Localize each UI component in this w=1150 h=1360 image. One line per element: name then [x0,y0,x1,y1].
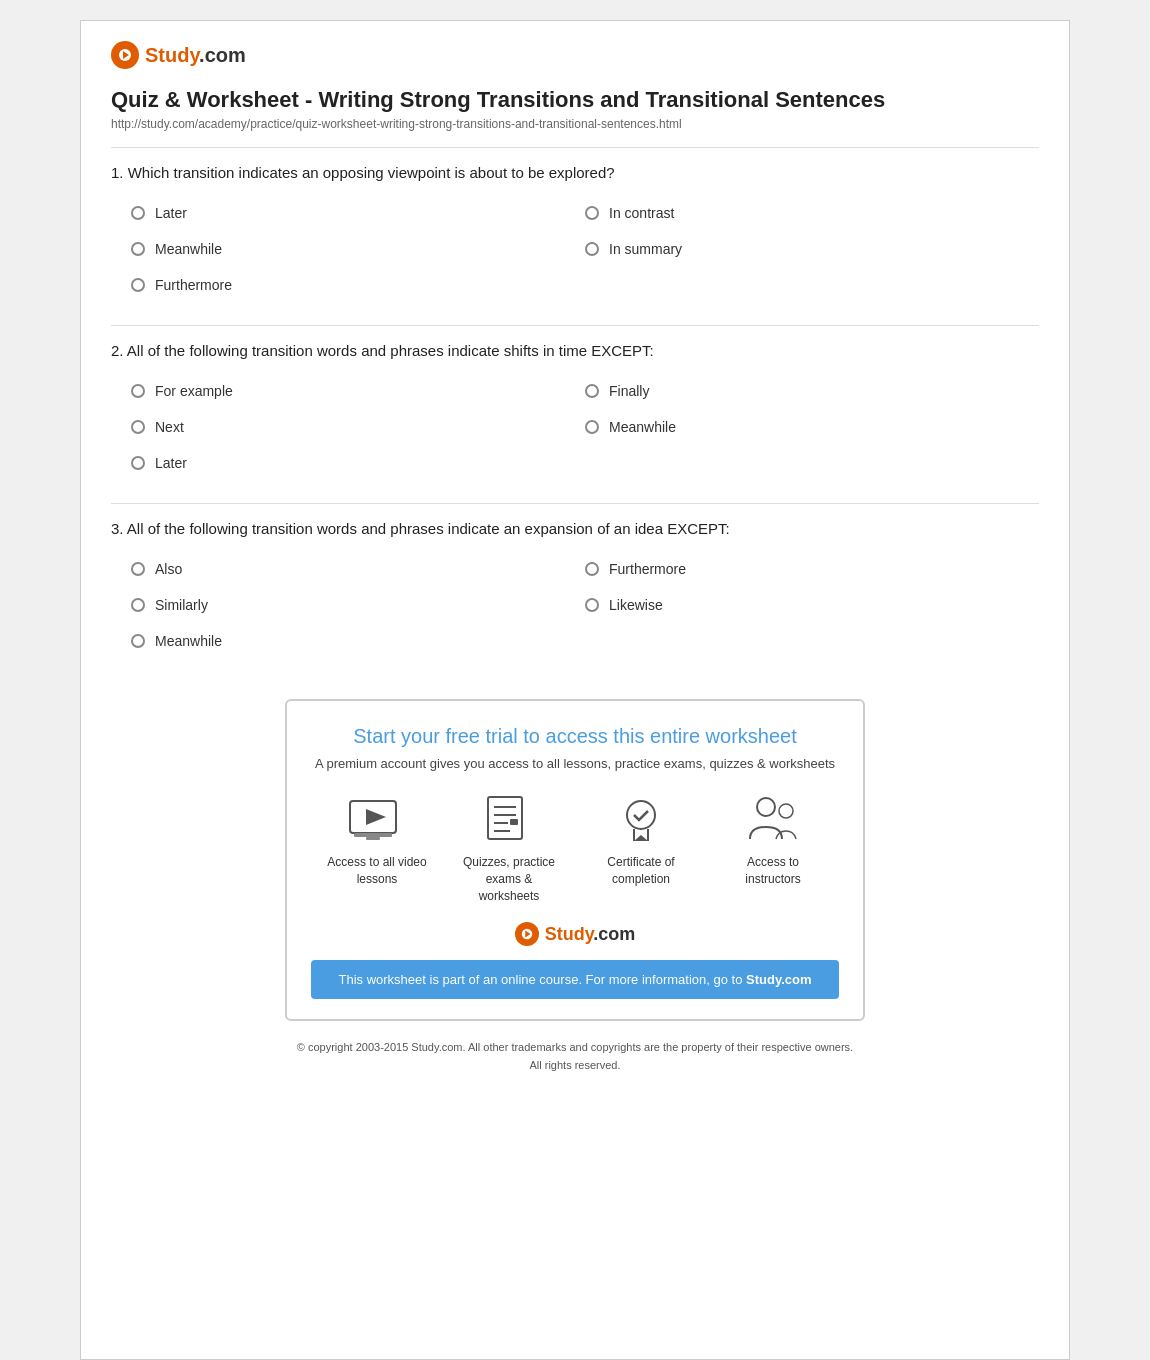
quiz-icon [479,791,539,846]
option-for-example[interactable]: For example [131,373,585,409]
radio-furthermore-2[interactable] [585,562,599,576]
svg-point-17 [779,804,793,818]
option-furthermore-1[interactable]: Furthermore [131,267,1039,303]
footer-rights: All rights reserved. [111,1057,1039,1075]
radio-also[interactable] [131,562,145,576]
option-later-1[interactable]: Later [131,195,585,231]
radio-later-1[interactable] [131,206,145,220]
feature-certificate-label: Certificate of completion [586,854,696,888]
question-2-options: For example Finally Next Meanwhile Later [131,373,1039,481]
promo-banner: This worksheet is part of an online cour… [311,960,839,999]
question-2-text: 2. All of the following transition words… [111,342,1039,359]
footer: © copyright 2003-2015 Study.com. All oth… [111,1039,1039,1074]
radio-in-summary[interactable] [585,242,599,256]
promo-subtitle: A premium account gives you access to al… [311,756,839,771]
option-meanwhile-3[interactable]: Meanwhile [131,623,1039,659]
title-divider [111,147,1039,148]
option-in-contrast[interactable]: In contrast [585,195,1039,231]
radio-meanwhile-1[interactable] [131,242,145,256]
option-finally[interactable]: Finally [585,373,1039,409]
feature-video: Access to all video lessons [322,791,432,904]
page-title: Quiz & Worksheet - Writing Strong Transi… [111,87,1039,113]
radio-meanwhile-3[interactable] [131,634,145,648]
certificate-icon [611,791,671,846]
page-container: Study.com Quiz & Worksheet - Writing Str… [80,20,1070,1360]
option-label: Similarly [155,597,208,613]
option-label: Furthermore [609,561,686,577]
feature-instructors-label: Access to instructors [718,854,828,888]
option-label: Later [155,455,187,471]
option-label: Also [155,561,182,577]
option-label: Likewise [609,597,663,613]
svg-point-16 [757,798,775,816]
option-label: In contrast [609,205,674,221]
promo-logo-text: Study.com [545,924,636,945]
feature-certificate: Certificate of completion [586,791,696,904]
option-likewise[interactable]: Likewise [585,587,1039,623]
page-url: http://study.com/academy/practice/quiz-w… [111,117,1039,131]
q1-divider [111,325,1039,326]
svg-rect-4 [366,837,380,840]
promo-box: Start your free trial to access this ent… [285,699,865,1021]
feature-instructors: Access to instructors [718,791,828,904]
radio-in-contrast[interactable] [585,206,599,220]
q2-divider [111,503,1039,504]
video-icon [347,791,407,846]
question-1-text: 1. Which transition indicates an opposin… [111,164,1039,181]
promo-title: Start your free trial to access this ent… [311,725,839,748]
radio-for-example[interactable] [131,384,145,398]
radio-next[interactable] [131,420,145,434]
radio-similarly[interactable] [131,598,145,612]
option-meanwhile-2[interactable]: Meanwhile [585,409,1039,445]
promo-logo: Study.com [311,922,839,946]
option-also[interactable]: Also [131,551,585,587]
question-1: 1. Which transition indicates an opposin… [111,164,1039,313]
option-label: Meanwhile [155,241,222,257]
feature-video-label: Access to all video lessons [322,854,432,888]
option-label: Meanwhile [609,419,676,435]
logo-bar: Study.com [111,41,1039,69]
option-label: Furthermore [155,277,232,293]
question-3-text: 3. All of the following transition words… [111,520,1039,537]
question-1-options: Later In contrast Meanwhile In summary F… [131,195,1039,303]
promo-logo-icon [515,922,539,946]
radio-meanwhile-2[interactable] [585,420,599,434]
radio-finally[interactable] [585,384,599,398]
option-label: For example [155,383,233,399]
instructor-icon [743,791,803,846]
option-label: In summary [609,241,682,257]
svg-point-12 [627,801,655,829]
option-label: Finally [609,383,649,399]
svg-rect-6 [488,797,522,839]
feature-quizzes: Quizzes, practice exams & worksheets [454,791,564,904]
option-label: Next [155,419,184,435]
question-2: 2. All of the following transition words… [111,342,1039,491]
logo-text: Study.com [145,44,246,67]
svg-rect-10 [510,819,518,825]
feature-quizzes-label: Quizzes, practice exams & worksheets [454,854,564,904]
svg-marker-5 [366,809,386,825]
option-meanwhile-1[interactable]: Meanwhile [131,231,585,267]
option-label: Later [155,205,187,221]
radio-later-2[interactable] [131,456,145,470]
option-label: Meanwhile [155,633,222,649]
option-furthermore-2[interactable]: Furthermore [585,551,1039,587]
radio-furthermore-1[interactable] [131,278,145,292]
promo-features: Access to all video lessons Quizzes, pra… [311,791,839,904]
option-in-summary[interactable]: In summary [585,231,1039,267]
question-3: 3. All of the following transition words… [111,520,1039,669]
option-next[interactable]: Next [131,409,585,445]
footer-copy: © copyright 2003-2015 Study.com. All oth… [111,1039,1039,1057]
svg-rect-3 [354,833,392,837]
svg-marker-15 [634,835,648,841]
question-3-options: Also Furthermore Similarly Likewise Mean… [131,551,1039,659]
option-similarly[interactable]: Similarly [131,587,585,623]
promo-banner-link: Study.com [746,972,812,987]
logo-icon [111,41,139,69]
option-later-2[interactable]: Later [131,445,1039,481]
radio-likewise[interactable] [585,598,599,612]
